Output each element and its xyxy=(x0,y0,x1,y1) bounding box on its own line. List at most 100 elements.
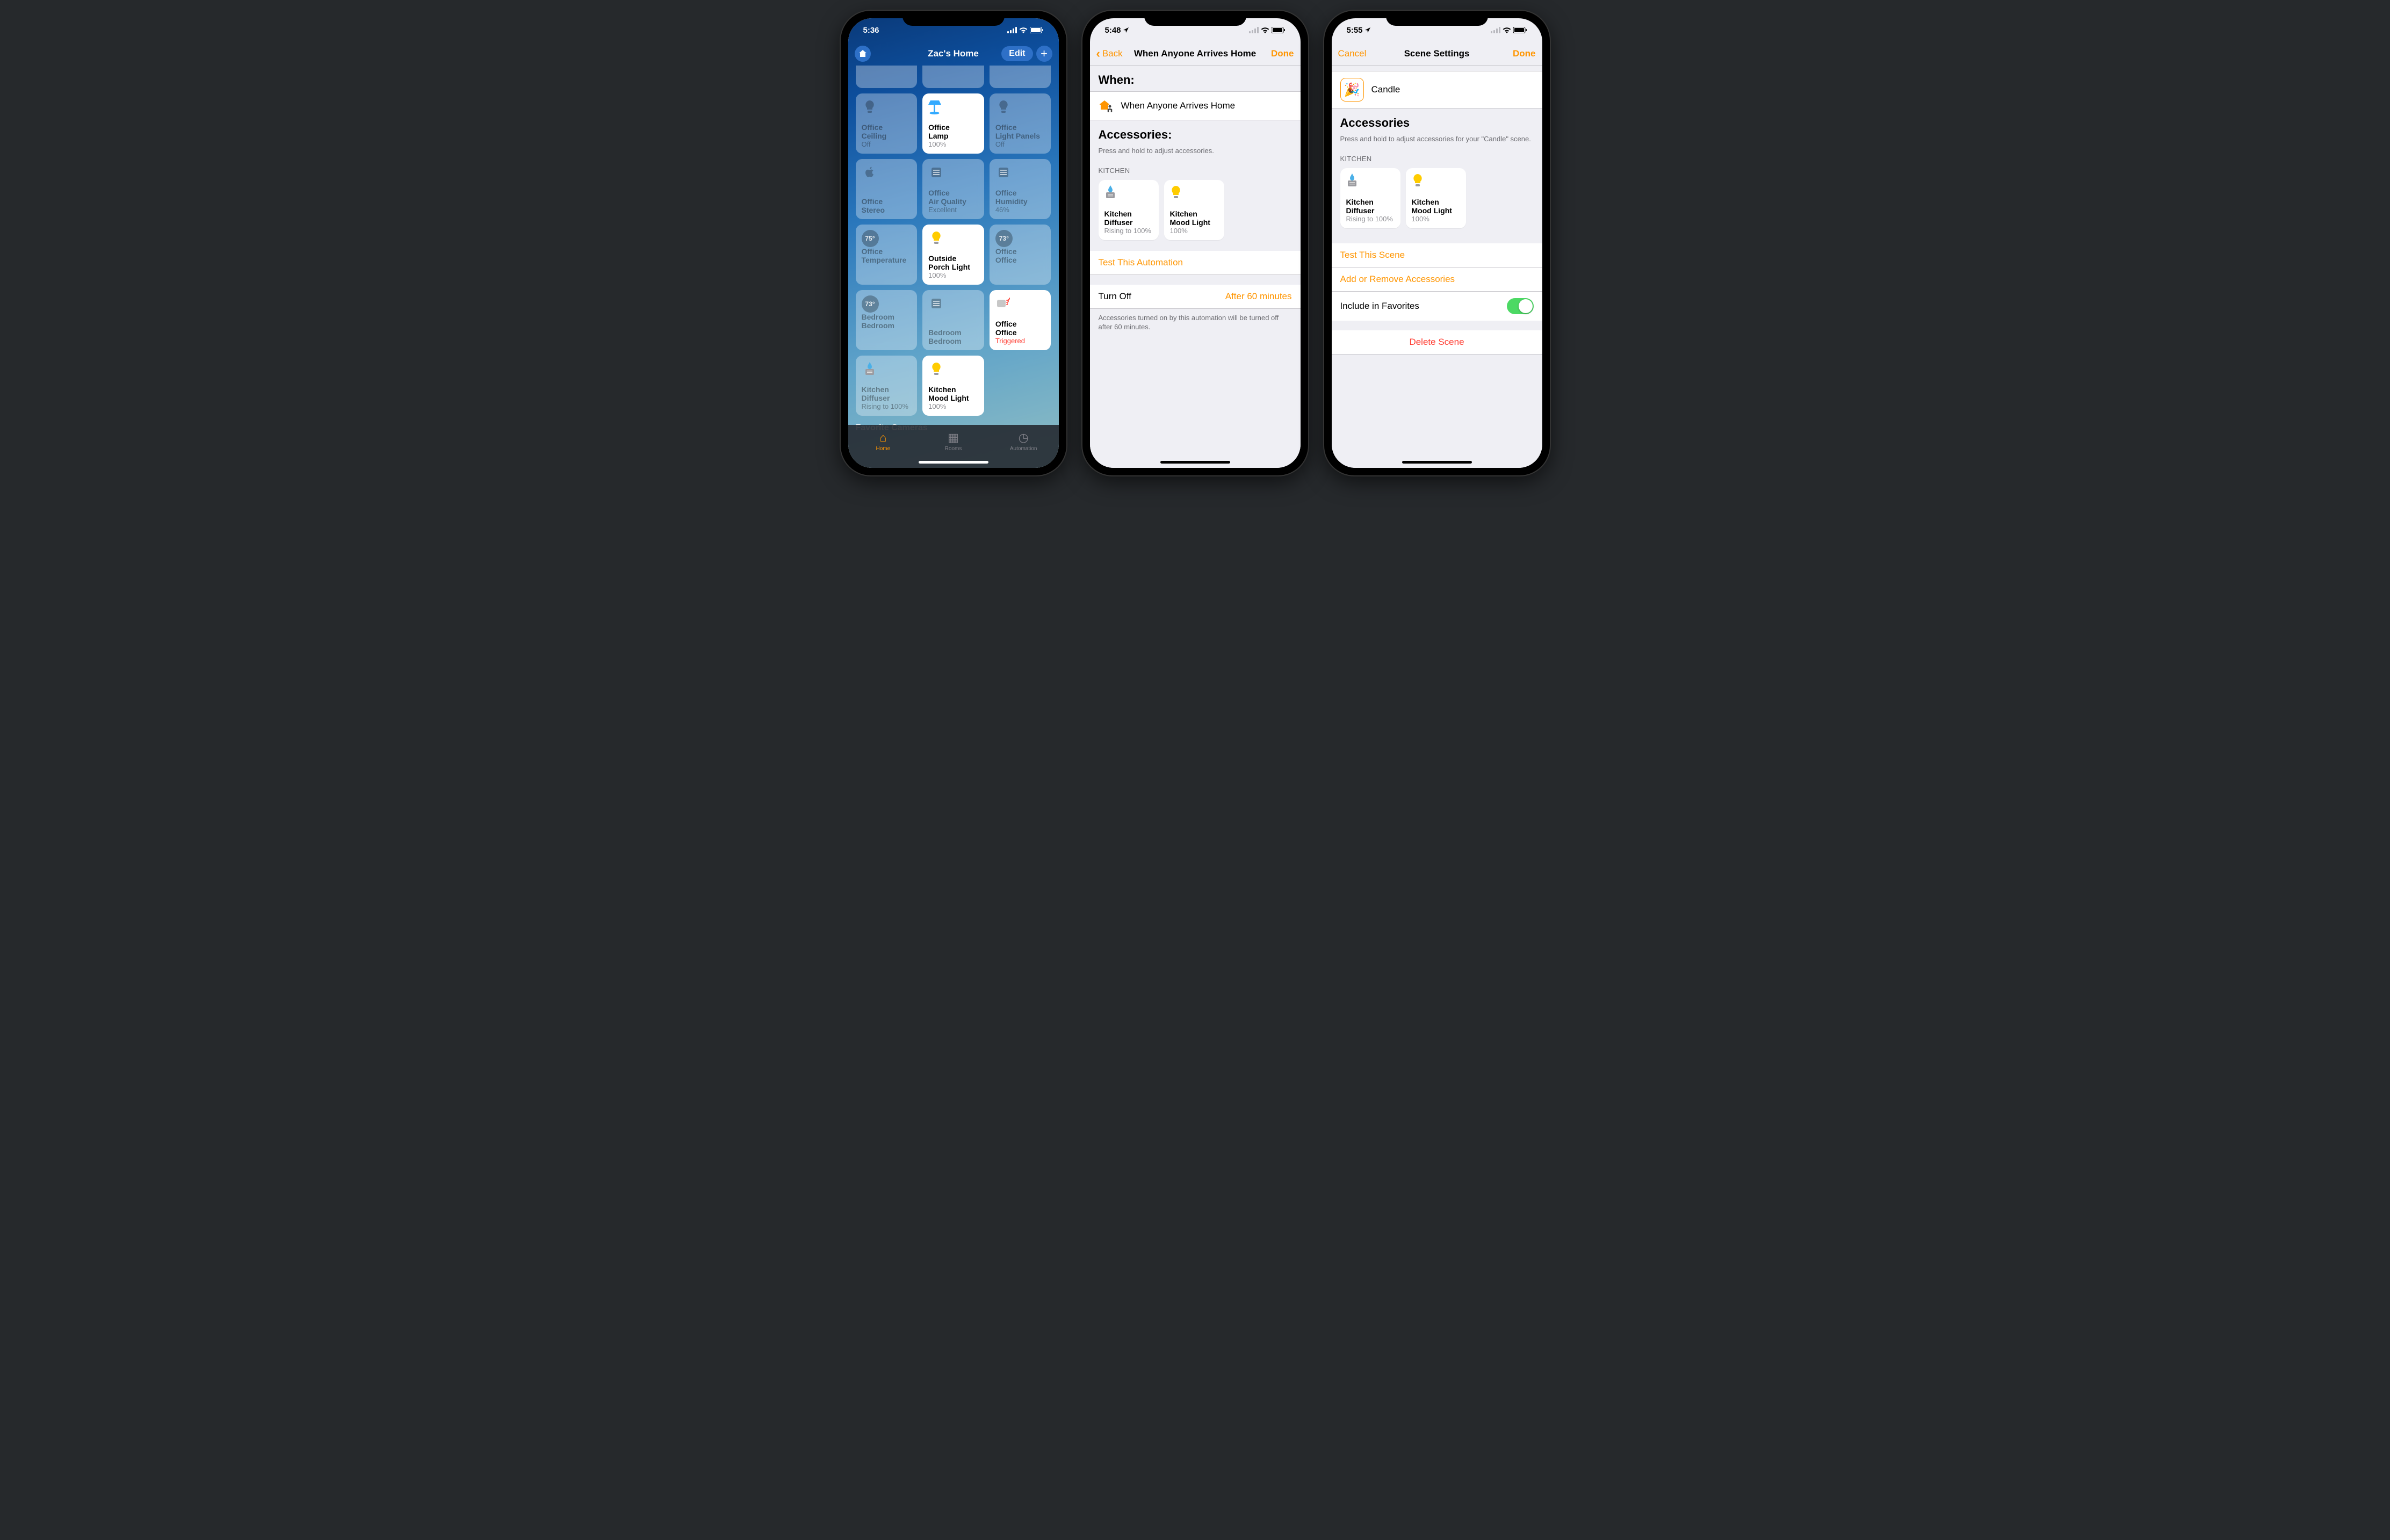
apple-icon xyxy=(862,164,878,180)
accessory-tile[interactable]: OfficeOfficeTriggered xyxy=(990,290,1051,350)
wifi-icon xyxy=(1503,27,1511,33)
navbar: Cancel Scene Settings Done xyxy=(1332,42,1542,66)
wifi-icon xyxy=(1261,27,1269,33)
tile-hue-motion-1[interactable]: Hue motion… xyxy=(856,66,918,88)
phone-3: 5:55 Cancel Scene Settings Done 🎉 Candle… xyxy=(1324,11,1550,475)
content-scroll[interactable]: When: When Anyone Arrives Home Accessori… xyxy=(1090,66,1301,468)
group-kitchen: KITCHEN xyxy=(1090,159,1301,178)
battery-icon xyxy=(1272,27,1286,33)
motion-icon xyxy=(995,295,1012,312)
house-icon xyxy=(858,49,867,58)
bulb-on-icon xyxy=(1412,173,1460,190)
cancel-button[interactable]: Cancel xyxy=(1338,48,1367,59)
turn-off-footnote: Accessories turned on by this automation… xyxy=(1090,309,1301,342)
tile-hue-motion-3[interactable]: Hue motion… 4 lux xyxy=(990,66,1051,88)
favorites-toggle[interactable] xyxy=(1507,298,1534,314)
accessory-tile[interactable]: KitchenDiffuserRising to 100% xyxy=(1099,180,1159,240)
temperature-icon: 73° xyxy=(862,295,879,313)
tab-automation[interactable]: ◷ Automation xyxy=(988,425,1059,457)
group-kitchen: KITCHEN xyxy=(1332,147,1542,166)
phone-2: 5:48 ‹ Back When Anyone Arrives Home Don… xyxy=(1082,11,1308,475)
status-indicators xyxy=(1006,27,1044,33)
accessory-tile[interactable]: 75°OfficeTemperature xyxy=(856,225,918,285)
cellular-icon xyxy=(1491,27,1500,33)
cellular-icon xyxy=(1007,27,1017,33)
test-scene[interactable]: Test This Scene xyxy=(1332,243,1542,267)
accessory-tile[interactable]: 73°BedroomBedroom xyxy=(856,290,918,350)
back-button[interactable]: ‹ Back xyxy=(1096,48,1123,60)
accessory-tile[interactable]: 73°OfficeOffice xyxy=(990,225,1051,285)
bulb-on-icon xyxy=(928,230,944,246)
when-row[interactable]: When Anyone Arrives Home xyxy=(1090,91,1301,120)
temperature-icon: 73° xyxy=(995,230,1013,247)
status-indicators xyxy=(1490,27,1527,33)
status-time-wrap: 5:48 xyxy=(1105,26,1137,35)
include-in-favorites[interactable]: Include in Favorites xyxy=(1332,292,1542,321)
delete-scene[interactable]: Delete Scene xyxy=(1332,330,1542,355)
accessories-grid: KitchenDiffuserRising to 100%KitchenMood… xyxy=(1332,166,1542,239)
diffuser-icon xyxy=(1346,173,1395,190)
accessories-header: Accessories xyxy=(1332,109,1542,134)
when-header: When: xyxy=(1090,66,1301,91)
accessory-tile[interactable]: OfficeStereo xyxy=(856,159,918,219)
wifi-icon xyxy=(1019,27,1028,33)
aq-icon xyxy=(995,164,1012,180)
location-icon xyxy=(1123,27,1129,33)
tile-grid-cut: Hue motion… Hue motion… Hue motion… 4 lu… xyxy=(856,66,1051,88)
accessory-tile[interactable]: KitchenMood Light100% xyxy=(1164,180,1224,240)
scene-icon: 🎉 xyxy=(1340,78,1364,102)
accessories-hint: Press and hold to adjust accessories. xyxy=(1090,146,1301,159)
grid-icon: ▦ xyxy=(948,431,959,445)
clock-icon: ◷ xyxy=(1019,431,1029,445)
navbar: Zac's Home Edit + xyxy=(848,42,1059,66)
aq-icon xyxy=(928,164,944,180)
arrive-home-icon xyxy=(1099,99,1114,112)
house-icon: ⌂ xyxy=(879,431,886,445)
add-remove-accessories[interactable]: Add or Remove Accessories xyxy=(1332,267,1542,292)
tile-hue-motion-2[interactable]: Hue motion… xyxy=(922,66,984,88)
accessory-tile[interactable]: BedroomBedroom xyxy=(922,290,984,350)
cellular-icon xyxy=(1249,27,1259,33)
bulb-on-icon xyxy=(928,361,944,377)
edit-button[interactable]: Edit xyxy=(1001,46,1032,61)
accessory-tile[interactable]: KitchenMood Light100% xyxy=(1406,168,1466,228)
accessory-tile[interactable]: OfficeHumidity46% xyxy=(990,159,1051,219)
done-button[interactable]: Done xyxy=(1271,48,1294,59)
accessory-tile[interactable]: OfficeLamp100% xyxy=(922,93,984,154)
tab-home[interactable]: ⌂ Home xyxy=(848,425,919,457)
battery-icon xyxy=(1513,27,1527,33)
accessory-tile[interactable]: OutsidePorch Light100% xyxy=(922,225,984,285)
done-button[interactable]: Done xyxy=(1513,48,1536,59)
status-time-wrap: 5:55 xyxy=(1347,26,1379,35)
bulb-icon xyxy=(995,99,1012,115)
status-indicators xyxy=(1248,27,1286,33)
bulb-on-icon xyxy=(1170,185,1218,201)
diffuser-icon xyxy=(862,361,878,377)
accessory-tile[interactable]: OfficeAir QualityExcellent xyxy=(922,159,984,219)
turn-off-cell[interactable]: Turn Off After 60 minutes xyxy=(1090,285,1301,309)
accessory-tile[interactable]: KitchenDiffuserRising to 100% xyxy=(856,356,918,416)
temperature-icon: 75° xyxy=(862,230,879,247)
chevron-left-icon: ‹ xyxy=(1096,48,1100,60)
aq-icon xyxy=(928,295,944,312)
diffuser-icon xyxy=(1104,185,1153,201)
lamp-icon xyxy=(928,99,944,115)
content-scroll[interactable]: 🎉 Candle Accessories Press and hold to a… xyxy=(1332,66,1542,468)
accessory-tile[interactable]: OfficeLight PanelsOff xyxy=(990,93,1051,154)
bulb-icon xyxy=(862,99,878,115)
tab-rooms[interactable]: ▦ Rooms xyxy=(918,425,988,457)
scene-name-cell[interactable]: 🎉 Candle xyxy=(1332,71,1542,109)
status-time: 5:36 xyxy=(863,26,896,35)
test-automation[interactable]: Test This Automation xyxy=(1090,251,1301,275)
tile-grid: OfficeCeilingOffOfficeLamp100%OfficeLigh… xyxy=(856,93,1051,416)
accessory-tile[interactable]: KitchenDiffuserRising to 100% xyxy=(1340,168,1400,228)
add-button[interactable]: + xyxy=(1036,46,1052,62)
accessories-grid: KitchenDiffuserRising to 100%KitchenMood… xyxy=(1090,178,1301,251)
battery-icon xyxy=(1030,27,1044,33)
location-icon xyxy=(1365,27,1370,33)
accessories-header: Accessories: xyxy=(1090,120,1301,146)
accessories-hint: Press and hold to adjust accessories for… xyxy=(1332,134,1542,147)
accessory-tile[interactable]: OfficeCeilingOff xyxy=(856,93,918,154)
home-button[interactable] xyxy=(855,46,871,62)
accessory-tile[interactable]: KitchenMood Light100% xyxy=(922,356,984,416)
